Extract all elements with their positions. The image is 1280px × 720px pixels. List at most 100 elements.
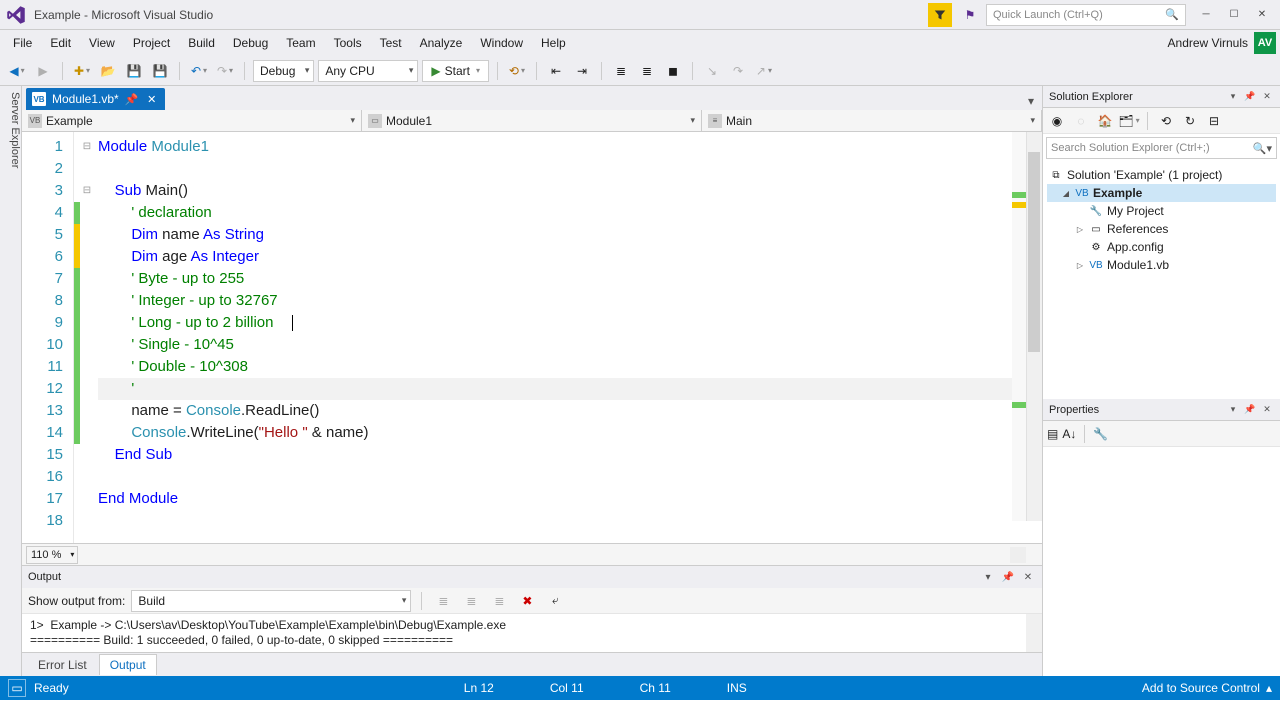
tree-references[interactable]: ▷▭References [1047,220,1276,238]
menu-view[interactable]: View [80,33,124,53]
output-scrollbar[interactable] [1026,614,1042,652]
open-file-button[interactable]: 📂 [97,60,119,82]
se-back-button[interactable]: ◌ [1071,111,1091,131]
tree-project[interactable]: ◢VBExample [1047,184,1276,202]
props-pin-button[interactable]: 📌 [1243,403,1257,417]
start-button[interactable]: ▶Start▾ [422,60,489,82]
menu-analyze[interactable]: Analyze [411,33,472,53]
indent-button[interactable]: ⇥ [571,60,593,82]
notifications-icon[interactable]: ⚑ [958,3,982,27]
platform-combo[interactable]: Any CPU [318,60,418,82]
nav-member-combo[interactable]: ≡Main [702,110,1042,131]
user-badge[interactable]: AV [1254,32,1276,54]
output-next-button[interactable]: ≣ [488,590,510,612]
pin-icon[interactable]: 📌 [125,92,139,106]
vertical-scrollbar[interactable] [1026,132,1042,521]
props-categorized-button[interactable]: ▤ [1047,427,1058,441]
new-project-button[interactable]: ✚▾ [71,60,93,82]
quick-launch-input[interactable]: Quick Launch (Ctrl+Q) 🔍 [986,4,1186,26]
tab-output[interactable]: Output [99,654,157,675]
nav-scope-combo[interactable]: VBExample [22,110,362,131]
code-editor[interactable]: 123456789101112131415161718 ⊟⊟ Module Mo… [22,132,1042,543]
user-name[interactable]: Andrew Virnuls [1168,36,1248,50]
output-clear-button[interactable]: ✖ [516,590,538,612]
minimize-button[interactable]: ─ [1194,3,1218,27]
references-icon: ▭ [1089,222,1103,236]
undo-button[interactable]: ↶▾ [188,60,210,82]
nav-class-combo[interactable]: ▭Module1 [362,110,702,131]
nav-forward-button[interactable]: ▶ [32,60,54,82]
output-prev-button[interactable]: ≣ [460,590,482,612]
se-sync-button[interactable]: ⟲ [1156,111,1176,131]
close-button[interactable]: ✕ [1250,3,1274,27]
comment-button[interactable]: ≣ [610,60,632,82]
menu-project[interactable]: Project [124,33,179,53]
se-refresh-button[interactable]: ↻ [1180,111,1200,131]
nav-back-button[interactable]: ◀▾ [6,60,28,82]
tab-error-list[interactable]: Error List [28,655,97,675]
props-close-button[interactable]: ✕ [1260,403,1274,417]
save-button[interactable]: 💾 [123,60,145,82]
fold-column[interactable]: ⊟⊟ [80,132,94,543]
statusbar: ▭ Ready Ln 12 Col 11 Ch 11 INS Add to So… [0,676,1280,700]
overview-ruler[interactable] [1012,132,1026,521]
menu-test[interactable]: Test [371,33,411,53]
outdent-button[interactable]: ⇤ [545,60,567,82]
tree-module1[interactable]: ▷VBModule1.vb [1047,256,1276,274]
tree-app-config[interactable]: ⚙App.config [1047,238,1276,256]
menu-team[interactable]: Team [277,33,324,53]
panel-close-button[interactable]: ✕ [1020,569,1036,585]
se-pin-button[interactable]: 📌 [1243,90,1257,104]
scm-chevron-icon[interactable]: ▴ [1266,681,1272,695]
file-tab-module1[interactable]: VB Module1.vb* 📌 ✕ [26,88,165,110]
tab-close-icon[interactable]: ✕ [145,92,159,106]
filter-icon[interactable] [928,3,952,27]
menu-file[interactable]: File [4,33,41,53]
tree-solution[interactable]: ⧉Solution 'Example' (1 project) [1047,166,1276,184]
props-alpha-button[interactable]: A↓ [1062,427,1076,441]
redo-button[interactable]: ↷▾ [214,60,236,82]
browser-link-button[interactable]: ⟲▾ [506,60,528,82]
panel-menu-button[interactable]: ▾ [980,569,996,585]
menu-debug[interactable]: Debug [224,33,277,53]
maximize-button[interactable]: ☐ [1222,3,1246,27]
output-wrap-button[interactable]: ⤶ [544,590,566,612]
scrollbar-thumb[interactable] [1028,152,1040,352]
tab-overflow-button[interactable]: ▾ [1024,92,1038,110]
split-button[interactable] [1010,547,1026,563]
module-icon: ▭ [368,114,382,128]
solution-search-input[interactable]: Search Solution Explorer (Ctrl+;) 🔍▾ [1046,137,1277,159]
props-menu-button[interactable]: ▾ [1226,403,1240,417]
status-icon[interactable]: ▭ [8,679,26,697]
se-menu-button[interactable]: ▾ [1226,90,1240,104]
uncomment-button[interactable]: ≣ [636,60,658,82]
vs-logo-icon [6,5,26,25]
status-scm[interactable]: Add to Source Control [1142,681,1260,695]
server-explorer-tab[interactable]: Server Explorer [0,86,22,676]
output-text[interactable]: 1> Example -> C:\Users\av\Desktop\YouTub… [22,614,1042,652]
save-all-button[interactable]: 💾 [149,60,171,82]
menu-edit[interactable]: Edit [41,33,80,53]
step-into-button[interactable]: ↘ [701,60,723,82]
zoom-combo[interactable]: 110 % [26,546,78,564]
code-area[interactable]: Module Module1 Sub Main() ' declaration … [94,132,1042,543]
output-from-combo[interactable]: Build [131,590,411,612]
panel-pin-button[interactable]: 📌 [1000,569,1016,585]
step-out-button[interactable]: ↗▾ [753,60,775,82]
step-over-button[interactable]: ↷ [727,60,749,82]
se-collapse-button[interactable]: ⊟ [1204,111,1224,131]
config-combo[interactable]: Debug [253,60,314,82]
menu-help[interactable]: Help [532,33,575,53]
menu-window[interactable]: Window [471,33,532,53]
output-find-button[interactable]: ≣ [432,590,454,612]
bookmark-button[interactable]: ◼ [662,60,684,82]
solution-tree[interactable]: ⧉Solution 'Example' (1 project) ◢VBExamp… [1043,162,1280,399]
menu-tools[interactable]: Tools [325,33,371,53]
menu-build[interactable]: Build [179,33,224,53]
se-home-button[interactable]: ◉ [1047,111,1067,131]
tree-my-project[interactable]: 🔧My Project [1047,202,1276,220]
se-close-button[interactable]: ✕ [1260,90,1274,104]
props-pages-button[interactable]: 🔧 [1093,427,1108,441]
se-scope-button[interactable]: 🗂▾ [1119,111,1139,131]
se-home-icon[interactable]: 🏠 [1095,111,1115,131]
